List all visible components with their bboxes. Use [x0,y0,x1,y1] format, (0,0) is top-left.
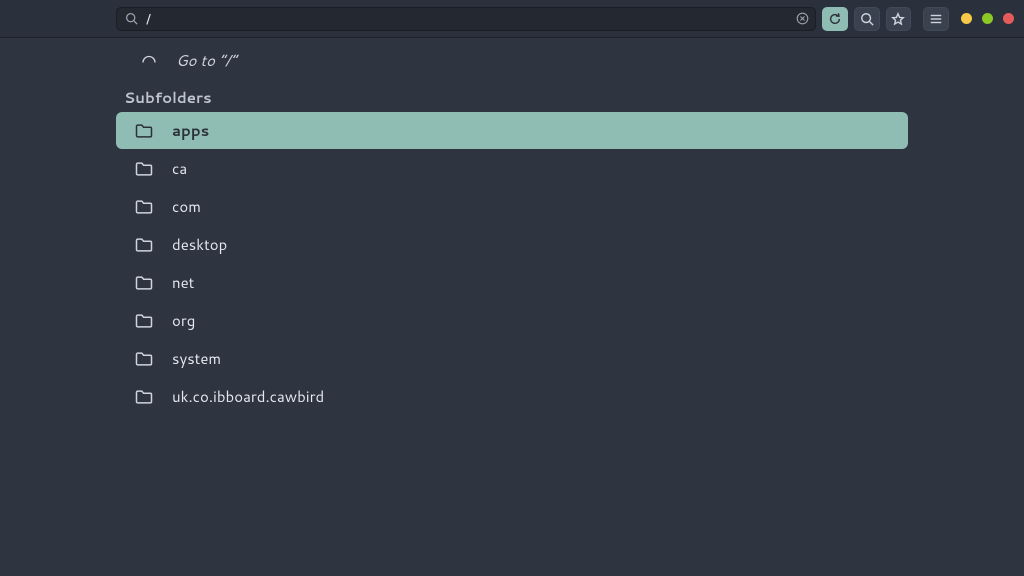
bookmark-star-icon [891,12,905,26]
search-icon [125,12,138,25]
folder-icon [134,197,154,217]
results-panel: Go to “/” Subfolders apps ca com desktop net… [0,38,1024,576]
close-button[interactable] [1003,13,1014,24]
folder-row[interactable]: org [116,302,908,339]
refresh-button[interactable] [822,7,848,31]
folder-row[interactable]: desktop [116,226,908,263]
folder-label: ca [172,158,187,179]
folder-row[interactable]: net [116,264,908,301]
find-button[interactable] [854,7,880,31]
folder-icon [134,349,154,369]
path-search-box[interactable] [116,7,816,31]
toolbar [0,0,1024,38]
folder-label: apps [172,120,209,141]
path-input[interactable] [146,9,785,29]
folder-label: desktop [172,234,227,255]
folder-row[interactable]: com [116,188,908,225]
menu-button[interactable] [923,7,949,31]
search-icon [860,12,874,26]
folder-icon [134,235,154,255]
folder-row[interactable]: system [116,340,908,377]
folder-list: apps ca com desktop net org system uk.co.ibboar… [0,112,1024,415]
folder-icon [134,121,154,141]
folder-label: system [172,348,221,369]
clear-icon [796,12,809,25]
hamburger-icon [929,12,943,26]
maximize-button[interactable] [982,13,993,24]
folder-icon [134,311,154,331]
folder-label: com [172,196,201,217]
folder-label: uk.co.ibboard.cawbird [172,386,324,407]
folder-label: net [172,272,194,293]
folder-row[interactable]: apps [116,112,908,149]
minimize-button[interactable] [961,13,972,24]
folder-icon [134,273,154,293]
folder-row[interactable]: ca [116,150,908,187]
goto-arrow-icon [140,52,158,70]
folder-icon [134,387,154,407]
clear-search-button[interactable] [793,10,811,28]
window-controls [961,13,1014,24]
folder-label: org [172,310,195,331]
goto-label: Go to “/” [176,50,236,71]
refresh-icon [828,12,842,26]
goto-row[interactable]: Go to “/” [116,42,908,79]
bookmark-button[interactable] [886,7,912,31]
subfolders-heading: Subfolders [116,87,908,108]
folder-icon [134,159,154,179]
folder-row[interactable]: uk.co.ibboard.cawbird [116,378,908,415]
